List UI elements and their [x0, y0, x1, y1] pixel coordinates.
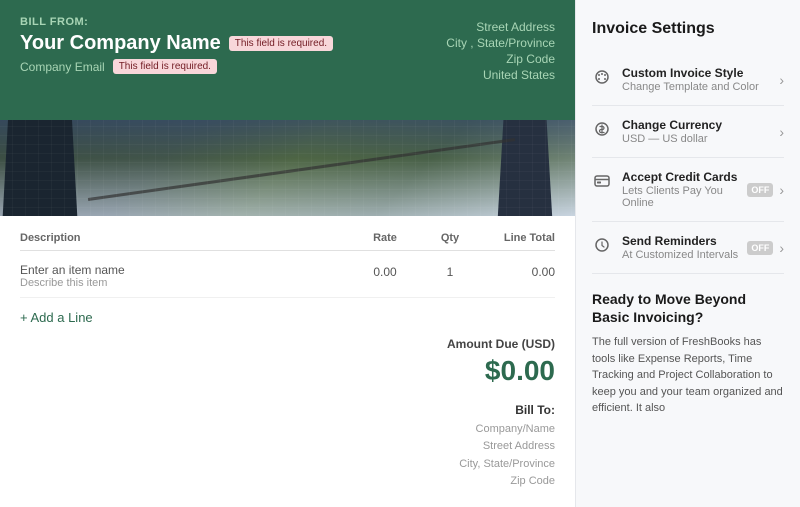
item-name[interactable]: Enter an item name — [20, 263, 345, 277]
settings-item-credit-cards[interactable]: Accept Credit Cards Lets Clients Pay You… — [592, 158, 784, 222]
add-line-button[interactable]: + Add a Line — [20, 298, 93, 329]
required-badge-name: This field is required. — [229, 36, 333, 51]
amount-due-value: $0.00 — [375, 355, 555, 387]
table-header: Description Rate Qty Line Total — [20, 232, 555, 251]
bill-from-left: Bill From: Your Company Name This field … — [20, 16, 333, 104]
amount-due-label: Amount Due (USD) — [375, 337, 555, 351]
item-desc[interactable]: Describe this item — [20, 277, 345, 289]
settings-item-custom-style[interactable]: Custom Invoice Style Change Template and… — [592, 54, 784, 106]
credit-card-icon — [592, 171, 612, 191]
bill-to-label: Bill To: — [459, 403, 555, 417]
upgrade-text: The full version of FreshBooks has tools… — [592, 334, 784, 417]
bill-to-section: Bill To: Company/Name Street Address Cit… — [459, 403, 555, 491]
amount-section: Amount Due (USD) $0.00 — [375, 337, 555, 387]
table-row: Enter an item name Describe this item 0.… — [20, 255, 555, 298]
currency-title: Change Currency — [622, 118, 722, 132]
currency-subtitle: USD — US dollar — [622, 133, 722, 145]
company-email-label: Company Email — [20, 60, 105, 74]
line-items-table: Description Rate Qty Line Total Enter an… — [20, 232, 555, 298]
building-right — [495, 120, 555, 216]
reminders-toggle[interactable]: OFF — [747, 241, 773, 255]
bill-from-address: Street Address City , State/Province Zip… — [446, 16, 555, 104]
company-name-text: Your Company Name — [20, 32, 221, 55]
palette-icon — [592, 67, 612, 87]
bill-to-street: Street Address — [459, 438, 555, 456]
company-name-row: Your Company Name This field is required… — [20, 32, 333, 55]
col-description: Description — [20, 232, 345, 244]
currency-icon — [592, 119, 612, 139]
bill-to-zip: Zip Code — [459, 473, 555, 491]
settings-item-reminders[interactable]: Send Reminders At Customized Intervals O… — [592, 222, 784, 274]
country-text: United States — [446, 68, 555, 82]
chevron-right-icon-2: › — [779, 124, 784, 140]
reminders-title: Send Reminders — [622, 234, 738, 248]
bridge-element — [88, 138, 515, 201]
invoice-bottom: Amount Due (USD) $0.00 Bill To: Company/… — [20, 337, 555, 491]
bill-from-header: Bill From: Your Company Name This field … — [0, 0, 575, 120]
col-line-total: Line Total — [475, 232, 555, 244]
chevron-right-icon-4: › — [779, 240, 784, 256]
line-total-cell: 0.00 — [475, 263, 555, 289]
credit-cards-toggle[interactable]: OFF — [747, 183, 773, 197]
col-qty: Qty — [425, 232, 475, 244]
bill-to-city: City, State/Province — [459, 456, 555, 474]
rate-cell[interactable]: 0.00 — [345, 263, 425, 289]
qty-cell[interactable]: 1 — [425, 263, 475, 289]
company-email-row: Company Email This field is required. — [20, 59, 333, 74]
credit-cards-title: Accept Credit Cards — [622, 170, 747, 184]
left-panel: Bill From: Your Company Name This field … — [0, 0, 575, 507]
custom-style-subtitle: Change Template and Color — [622, 81, 759, 93]
upgrade-title: Ready to Move Beyond Basic Invoicing? — [592, 290, 784, 326]
right-panel: Invoice Settings Custom Invoice Style Ch… — [575, 0, 800, 507]
chevron-right-icon-3: › — [779, 182, 784, 198]
settings-title: Invoice Settings — [592, 20, 784, 38]
upgrade-section: Ready to Move Beyond Basic Invoicing? Th… — [592, 290, 784, 417]
chevron-right-icon: › — [779, 72, 784, 88]
item-description-cell: Enter an item name Describe this item — [20, 263, 345, 289]
hero-image — [0, 120, 575, 216]
street-address-text: Street Address — [446, 20, 555, 34]
building-left — [0, 120, 80, 216]
invoice-body: Description Rate Qty Line Total Enter an… — [0, 216, 575, 507]
required-badge-email: This field is required. — [113, 59, 217, 74]
city-state-text: City , State/Province — [446, 36, 555, 50]
clock-icon — [592, 235, 612, 255]
zip-code-text: Zip Code — [446, 52, 555, 66]
col-rate: Rate — [345, 232, 425, 244]
bill-to-company: Company/Name — [459, 421, 555, 439]
credit-cards-subtitle: Lets Clients Pay You Online — [622, 185, 747, 209]
settings-item-currency[interactable]: Change Currency USD — US dollar › — [592, 106, 784, 158]
reminders-subtitle: At Customized Intervals — [622, 249, 738, 261]
custom-style-title: Custom Invoice Style — [622, 66, 759, 80]
bill-from-label: Bill From: — [20, 16, 333, 28]
